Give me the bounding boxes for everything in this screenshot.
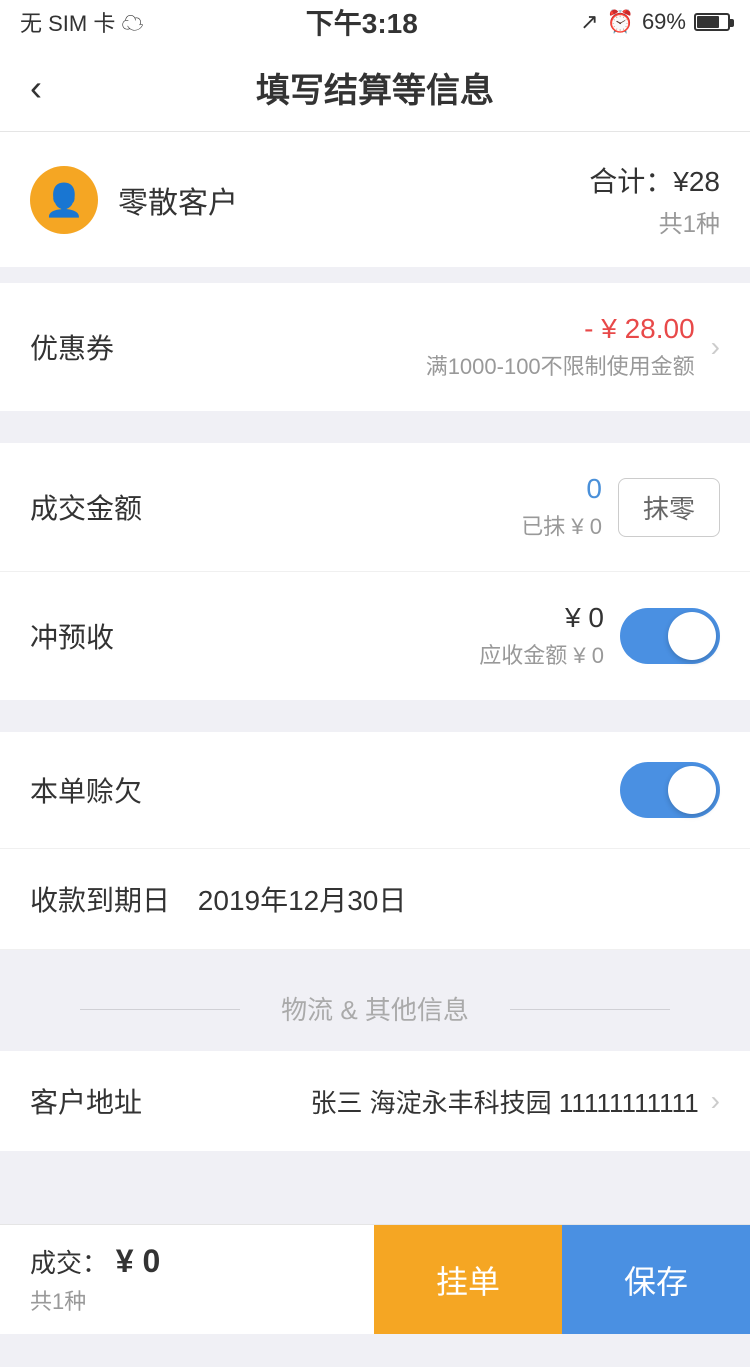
round-zero-button[interactable]: 抹零 <box>618 478 720 537</box>
hang-label: 挂单 <box>436 1257 500 1303</box>
nav-bar: ‹ 填写结算等信息 <box>0 44 750 132</box>
address-section: 客户地址 张三 海淀永丰科技园 11111111111 › <box>0 1051 750 1151</box>
customer-row[interactable]: 👤 零散客户 合计：¥28 共1种 <box>0 132 750 267</box>
location-icon: ↗ <box>580 9 598 35</box>
bottom-deal-row: 成交： ¥ 0 <box>30 1243 344 1280</box>
customer-avatar: 👤 <box>30 166 98 234</box>
coupon-desc: 满1000-100不限制使用金额 <box>426 349 695 381</box>
address-row[interactable]: 客户地址 张三 海淀永丰科技园 11111111111 › <box>0 1051 750 1151</box>
avatar-icon: 👤 <box>44 181 84 219</box>
separator-1 <box>0 427 750 443</box>
coupon-row[interactable]: 优惠券 - ¥ 28.00 满1000-100不限制使用金额 › <box>0 283 750 411</box>
address-label: 客户地址 <box>30 1081 150 1121</box>
coupon-section: 优惠券 - ¥ 28.00 满1000-100不限制使用金额 › <box>0 283 750 411</box>
bottom-deal-label: 成交： <box>30 1248 108 1278</box>
save-label: 保存 <box>624 1257 688 1303</box>
hang-button[interactable]: 挂单 <box>374 1225 562 1334</box>
address-chevron: › <box>711 1085 720 1117</box>
customer-total: 合计：¥28 <box>589 160 720 200</box>
customer-name: 零散客户 <box>118 178 238 222</box>
prepay-label: 冲预收 <box>30 616 150 656</box>
prepay-toggle-knob <box>668 612 716 660</box>
bottom-deal-amount: ¥ 0 <box>116 1243 160 1279</box>
deal-amount-label: 成交金额 <box>30 487 150 527</box>
arrears-toggle-wrap <box>620 762 720 818</box>
address-value: 张三 海淀永丰科技园 11111111111 <box>310 1083 698 1120</box>
due-date-label: 收款到期日 <box>30 885 170 916</box>
prepay-amount: ¥ 0 <box>479 602 604 634</box>
sim-text: 无 SIM 卡 ☁ <box>20 6 143 38</box>
logistics-divider: 物流 & 其他信息 <box>0 966 750 1051</box>
deal-amount-input[interactable] <box>522 473 602 505</box>
prepay-right: ¥ 0 应收金额 ¥ 0 <box>479 602 720 670</box>
coupon-chevron: › <box>711 331 720 363</box>
status-left: 无 SIM 卡 ☁ <box>20 6 143 38</box>
deal-amount-row: 成交金额 已抹 ¥ 0 抹零 <box>0 443 750 572</box>
bottom-buttons: 挂单 保存 <box>374 1225 750 1334</box>
back-button[interactable]: ‹ <box>30 67 42 109</box>
arrears-label: 本单赊欠 <box>30 770 150 810</box>
bottom-bar: 成交： ¥ 0 共1种 挂单 保存 <box>0 1224 750 1334</box>
content-area: 👤 零散客户 合计：¥28 共1种 优惠券 - ¥ 28.00 满1000-10… <box>0 132 750 1367</box>
deal-rounding-text: 已抹 ¥ 0 <box>521 509 602 541</box>
deal-amount-right: 已抹 ¥ 0 抹零 <box>521 473 720 541</box>
coupon-label: 优惠券 <box>30 327 150 367</box>
customer-left: 👤 零散客户 <box>30 166 238 234</box>
battery-icon <box>694 13 730 31</box>
arrears-toggle[interactable] <box>620 762 720 818</box>
bottom-info: 成交： ¥ 0 共1种 <box>0 1243 374 1316</box>
separator-2 <box>0 716 750 732</box>
due-date-row[interactable]: 收款到期日 2019年12月30日 <box>0 849 750 950</box>
due-date-value: 2019年12月30日 <box>198 885 407 916</box>
bottom-count: 共1种 <box>30 1284 344 1316</box>
prepay-toggle[interactable] <box>620 608 720 664</box>
prepay-row: 冲预收 ¥ 0 应收金额 ¥ 0 <box>0 572 750 700</box>
arrears-row: 本单赊欠 <box>0 732 750 849</box>
status-time: 下午3:18 <box>306 2 418 42</box>
battery-text: 69% <box>642 9 686 35</box>
save-button[interactable]: 保存 <box>562 1225 750 1334</box>
arrears-toggle-knob <box>668 766 716 814</box>
deal-section: 成交金额 已抹 ¥ 0 抹零 冲预收 ¥ 0 应收金额 ¥ 0 <box>0 443 750 700</box>
status-right: ↗ ⏰ 69% <box>580 9 730 35</box>
status-bar: 无 SIM 卡 ☁ 下午3:18 ↗ ⏰ 69% <box>0 0 750 44</box>
prepay-toggle-wrap <box>620 608 720 664</box>
arrears-section: 本单赊欠 收款到期日 2019年12月30日 <box>0 732 750 950</box>
customer-right: 合计：¥28 共1种 <box>589 160 720 239</box>
alarm-icon: ⏰ <box>607 9 634 35</box>
customer-count: 共1种 <box>589 204 720 239</box>
prepay-sub: 应收金额 ¥ 0 <box>479 638 604 670</box>
coupon-right: - ¥ 28.00 满1000-100不限制使用金额 › <box>426 313 720 381</box>
arrears-right <box>620 762 720 818</box>
coupon-discount: - ¥ 28.00 <box>426 313 695 345</box>
logistics-divider-label: 物流 & 其他信息 <box>281 995 469 1025</box>
page-title: 填写结算等信息 <box>256 63 494 112</box>
